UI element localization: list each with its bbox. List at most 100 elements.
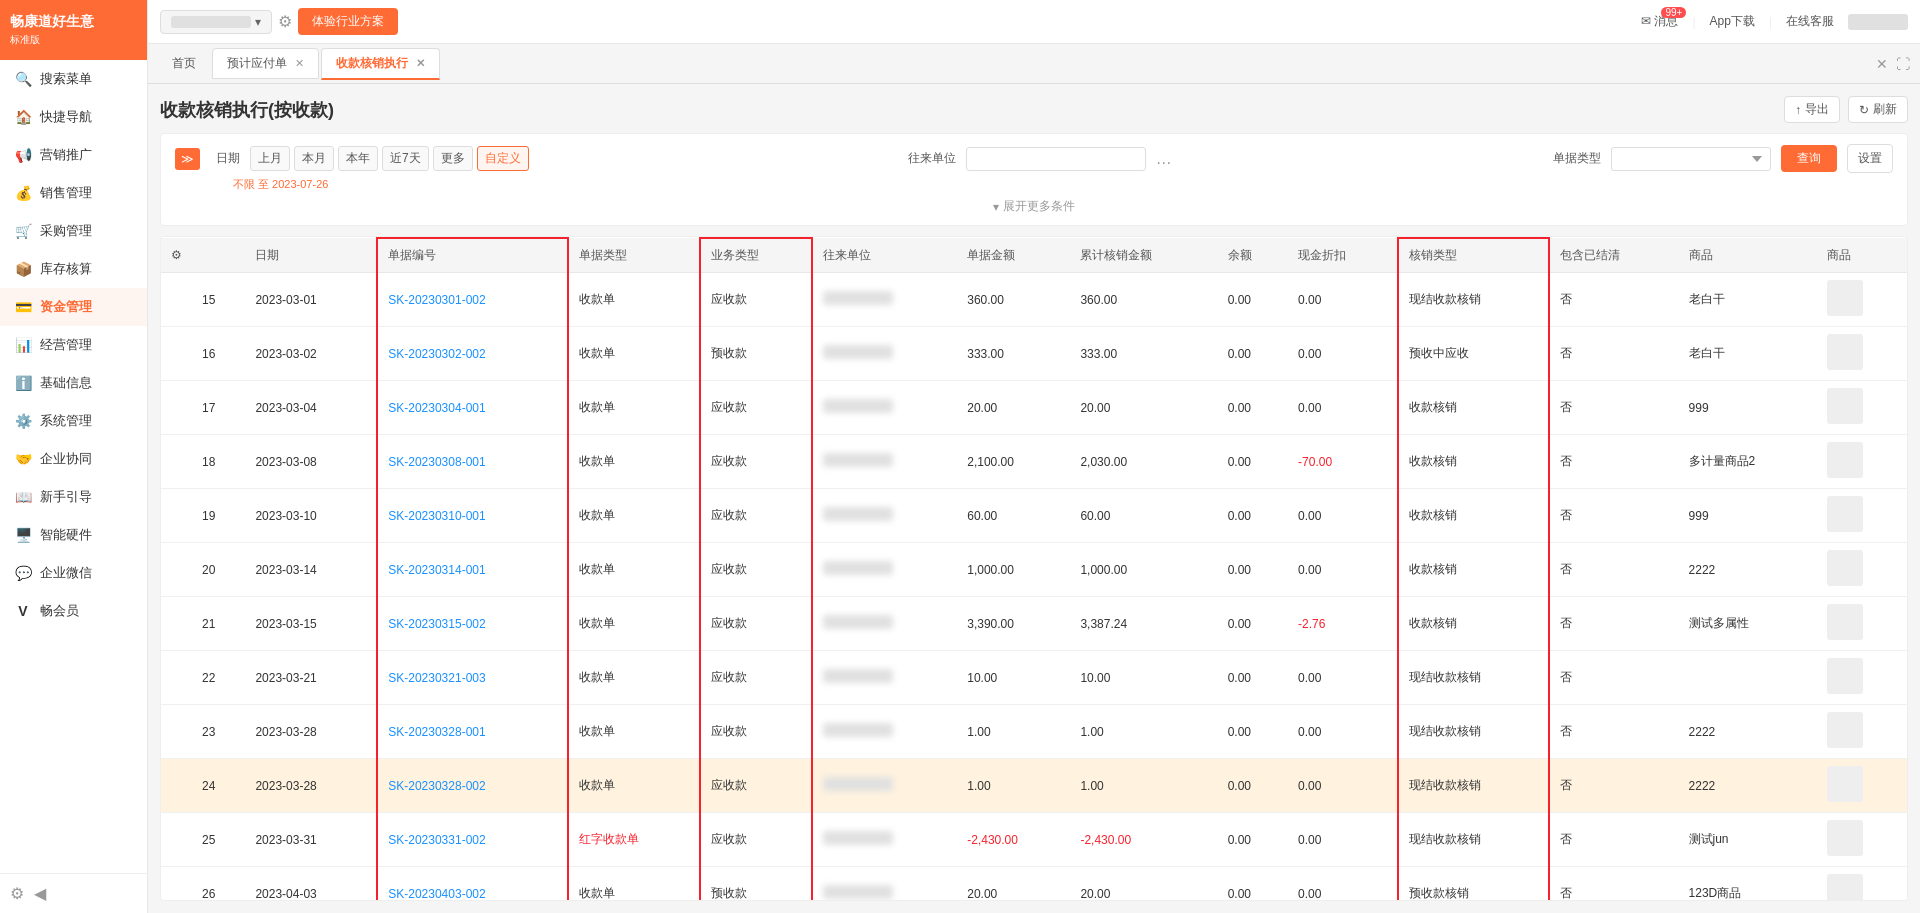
wechat-icon: 💬 xyxy=(14,565,32,581)
sidebar-item-member[interactable]: V 畅会员 xyxy=(0,592,147,630)
tab-home[interactable]: 首页 xyxy=(158,49,210,78)
sidebar-item-sales[interactable]: 💰 销售管理 xyxy=(0,174,147,212)
query-btn[interactable]: 查询 xyxy=(1781,145,1837,172)
th-cumulative: 累计核销金额 xyxy=(1070,238,1217,273)
order-no-link[interactable]: SK-20230310-001 xyxy=(388,509,485,523)
cell-seq: 22 xyxy=(192,651,245,705)
cell-balance: 0.00 xyxy=(1218,381,1288,435)
sidebar-item-purchase[interactable]: 🛒 采购管理 xyxy=(0,212,147,250)
page-content: 收款核销执行(按收款) ↑ 导出 ↻ 刷新 ≫ 日期 上月 本月 xyxy=(148,84,1920,913)
settings-btn[interactable]: 设置 xyxy=(1847,144,1893,173)
table-row: 222023-03-21SK-20230321-003收款单应收款10.0010… xyxy=(161,651,1907,705)
date-this-month-btn[interactable]: 本月 xyxy=(294,146,334,171)
sidebar-item-hardware[interactable]: 🖥️ 智能硬件 xyxy=(0,516,147,554)
th-cancel-type: 核销类型 xyxy=(1398,238,1548,273)
cell-order-no[interactable]: SK-20230314-001 xyxy=(377,543,568,597)
th-balance: 余额 xyxy=(1218,238,1288,273)
date-last-month-btn[interactable]: 上月 xyxy=(250,146,290,171)
cell-seq: 17 xyxy=(192,381,245,435)
order-no-link[interactable]: SK-20230321-003 xyxy=(388,671,485,685)
cell-order-no[interactable]: SK-20230321-003 xyxy=(377,651,568,705)
sidebar-item-basic[interactable]: ℹ️ 基础信息 xyxy=(0,364,147,402)
cell-partner xyxy=(812,759,958,813)
cell-order-no[interactable]: SK-20230403-002 xyxy=(377,867,568,902)
order-no-link[interactable]: SK-20230314-001 xyxy=(388,563,485,577)
th-settings[interactable]: ⚙ xyxy=(161,238,192,273)
online-service-btn[interactable]: 在线客服 xyxy=(1786,13,1834,30)
sidebar-item-marketing[interactable]: 📢 营销推广 xyxy=(0,136,147,174)
sidebar-item-system[interactable]: ⚙️ 系统管理 xyxy=(0,402,147,440)
receipt-type-select[interactable] xyxy=(1611,147,1771,171)
cell-biz-type: 应收款 xyxy=(700,597,812,651)
cell-order-no[interactable]: SK-20230302-002 xyxy=(377,327,568,381)
cell-order-no[interactable]: SK-20230331-002 xyxy=(377,813,568,867)
export-btn[interactable]: ↑ 导出 xyxy=(1784,96,1840,123)
sidebar-item-search[interactable]: 🔍 搜索菜单 xyxy=(0,60,147,98)
order-no-link[interactable]: SK-20230403-002 xyxy=(388,887,485,901)
order-no-link[interactable]: SK-20230328-002 xyxy=(388,779,485,793)
cell-settings xyxy=(161,813,192,867)
collapse-btn[interactable]: ◀ xyxy=(34,884,46,903)
cell-cancel-type: 收款核销 xyxy=(1398,543,1548,597)
cell-biz-type: 应收款 xyxy=(700,759,812,813)
th-order-no: 单据编号 xyxy=(377,238,568,273)
cell-partner xyxy=(812,489,958,543)
tab-pre-pay-close[interactable]: ✕ xyxy=(295,57,304,70)
date-group: 上月 本月 本年 近7天 更多 自定义 xyxy=(250,146,529,171)
date-this-year-btn[interactable]: 本年 xyxy=(338,146,378,171)
sidebar-item-finance[interactable]: 💳 资金管理 xyxy=(0,288,147,326)
app-name-selector[interactable]: ▾ xyxy=(160,10,272,34)
home-icon: 🏠 xyxy=(14,109,32,125)
cell-order-no[interactable]: SK-20230301-002 xyxy=(377,273,568,327)
order-no-link[interactable]: SK-20230304-001 xyxy=(388,401,485,415)
partner-input[interactable] xyxy=(966,147,1146,171)
cell-date: 2023-03-02 xyxy=(245,327,377,381)
cell-order-no[interactable]: SK-20230308-001 xyxy=(377,435,568,489)
cell-order-type: 收款单 xyxy=(568,651,699,705)
date-7days-btn[interactable]: 近7天 xyxy=(382,146,429,171)
sidebar-item-label: 企业协同 xyxy=(40,450,92,468)
message-center[interactable]: ✉ 消息 99+ xyxy=(1641,13,1678,30)
sidebar-item-nav[interactable]: 🏠 快捷导航 xyxy=(0,98,147,136)
expand-more-btn[interactable]: ▾ 展开更多条件 xyxy=(993,198,1075,215)
operation-icon: 📊 xyxy=(14,337,32,353)
refresh-btn[interactable]: ↻ 刷新 xyxy=(1848,96,1908,123)
order-no-link[interactable]: SK-20230302-002 xyxy=(388,347,485,361)
sidebar-item-wechat[interactable]: 💬 企业微信 xyxy=(0,554,147,592)
topbar-left: ▾ ⚙ 体验行业方案 xyxy=(160,8,1633,35)
sidebar-item-inventory[interactable]: 📦 库存核算 xyxy=(0,250,147,288)
sidebar-item-operation[interactable]: 📊 经营管理 xyxy=(0,326,147,364)
tab-pre-pay[interactable]: 预计应付单 ✕ xyxy=(212,48,319,79)
sidebar-item-corp[interactable]: 🤝 企业协同 xyxy=(0,440,147,478)
cell-order-no[interactable]: SK-20230328-001 xyxy=(377,705,568,759)
cell-order-no[interactable]: SK-20230315-002 xyxy=(377,597,568,651)
order-no-link[interactable]: SK-20230301-002 xyxy=(388,293,485,307)
maximize-btn[interactable]: ⛶ xyxy=(1896,56,1910,72)
close-all-btn[interactable]: ✕ xyxy=(1876,56,1888,72)
cell-partner xyxy=(812,543,958,597)
app-download-btn[interactable]: App下载 xyxy=(1710,13,1755,30)
cell-order-no[interactable]: SK-20230304-001 xyxy=(377,381,568,435)
tab-collection[interactable]: 收款核销执行 ✕ xyxy=(321,48,440,80)
cell-include-settled: 否 xyxy=(1549,651,1679,705)
settings-bottom-btn[interactable]: ⚙ xyxy=(10,884,24,903)
filter-toggle-btn[interactable]: ≫ xyxy=(175,148,200,170)
order-no-link[interactable]: SK-20230331-002 xyxy=(388,833,485,847)
cell-seq: 18 xyxy=(192,435,245,489)
date-custom-btn[interactable]: 自定义 xyxy=(477,146,529,171)
th-include-settled: 包含已结清 xyxy=(1549,238,1679,273)
cell-partner xyxy=(812,651,958,705)
date-more-btn[interactable]: 更多 xyxy=(433,146,473,171)
table-row: 162023-03-02SK-20230302-002收款单预收款333.003… xyxy=(161,327,1907,381)
cell-order-no[interactable]: SK-20230328-002 xyxy=(377,759,568,813)
cell-settings xyxy=(161,651,192,705)
gear-icon[interactable]: ⚙ xyxy=(278,12,292,31)
industry-btn[interactable]: 体验行业方案 xyxy=(298,8,398,35)
order-no-link[interactable]: SK-20230308-001 xyxy=(388,455,485,469)
order-no-link[interactable]: SK-20230315-002 xyxy=(388,617,485,631)
sidebar-item-guide[interactable]: 📖 新手引导 xyxy=(0,478,147,516)
cell-order-type: 红字收款单 xyxy=(568,813,699,867)
order-no-link[interactable]: SK-20230328-001 xyxy=(388,725,485,739)
cell-order-no[interactable]: SK-20230310-001 xyxy=(377,489,568,543)
tab-collection-close[interactable]: ✕ xyxy=(416,57,425,70)
